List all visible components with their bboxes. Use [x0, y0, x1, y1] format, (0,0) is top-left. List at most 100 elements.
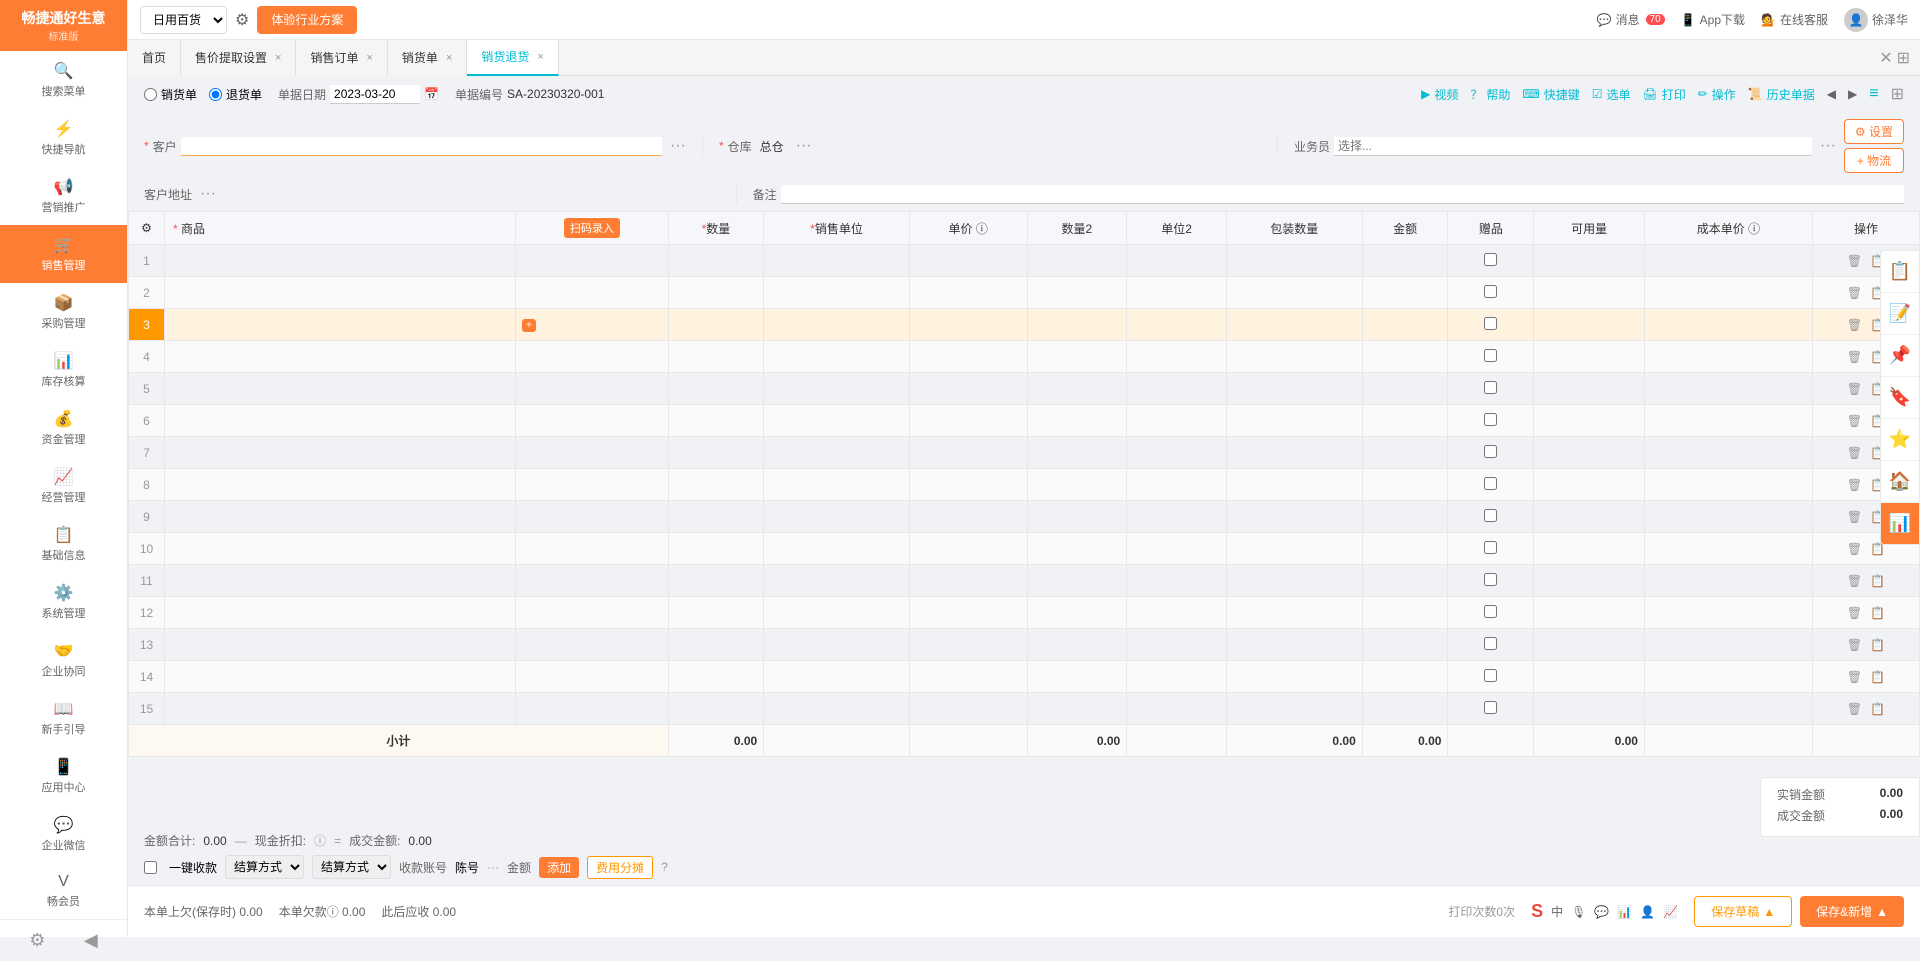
right-toolbar-item-2[interactable]: 📝 — [1881, 293, 1919, 335]
available-cell[interactable] — [1534, 565, 1645, 597]
pack-qty-cell[interactable] — [1226, 501, 1362, 533]
available-cell[interactable] — [1534, 341, 1645, 373]
delete-row-icon[interactable]: 🗑 — [1847, 702, 1862, 716]
customer-input[interactable] — [181, 137, 662, 156]
cost-unit-cell[interactable] — [1644, 373, 1812, 405]
cost-unit-cell[interactable] — [1644, 277, 1812, 309]
gift-checkbox[interactable] — [1484, 669, 1497, 682]
gift-cell[interactable] — [1448, 309, 1534, 341]
product-cell[interactable] — [165, 533, 516, 565]
experience-btn[interactable]: 体验行业方案 — [257, 6, 357, 34]
pack-qty-cell[interactable] — [1226, 597, 1362, 629]
qty-cell[interactable] — [668, 565, 763, 597]
pack-qty-cell[interactable] — [1226, 661, 1362, 693]
delete-row-icon[interactable]: 🗑 — [1847, 286, 1862, 300]
gift-checkbox[interactable] — [1484, 349, 1497, 362]
message-item[interactable]: 💬 消息 70 — [1597, 11, 1665, 28]
unit2-cell[interactable] — [1127, 373, 1227, 405]
sales-unit-cell[interactable] — [764, 533, 910, 565]
salesperson-input[interactable] — [1334, 137, 1812, 156]
gift-cell[interactable] — [1448, 469, 1534, 501]
amount-cell[interactable] — [1362, 693, 1448, 725]
cost-unit-cell[interactable] — [1644, 245, 1812, 277]
gift-checkbox[interactable] — [1484, 445, 1497, 458]
qty2-cell[interactable] — [1027, 341, 1127, 373]
pack-qty-cell[interactable] — [1226, 277, 1362, 309]
delete-row-icon[interactable]: 🗑 — [1847, 542, 1862, 556]
product-cell[interactable] — [165, 245, 516, 277]
gift-cell[interactable] — [1448, 437, 1534, 469]
prev-doc-icon[interactable]: ◀ — [1827, 87, 1836, 101]
user-item[interactable]: 👤 徐泽华 — [1844, 8, 1908, 32]
delete-row-icon[interactable]: 🗑 — [1847, 478, 1862, 492]
gift-cell[interactable] — [1448, 533, 1534, 565]
sales-unit-cell[interactable] — [764, 245, 910, 277]
calendar-icon[interactable]: 📅 — [424, 87, 439, 101]
qty2-cell[interactable] — [1027, 373, 1127, 405]
pack-qty-cell[interactable] — [1226, 629, 1362, 661]
list-view-icon[interactable]: ≡ — [1869, 85, 1878, 103]
available-cell[interactable] — [1534, 309, 1645, 341]
gift-cell[interactable] — [1448, 277, 1534, 309]
product-cell[interactable] — [165, 373, 516, 405]
unit-price-cell[interactable] — [909, 693, 1027, 725]
product-cell[interactable] — [165, 565, 516, 597]
qty2-cell[interactable] — [1027, 501, 1127, 533]
sidebar-item-marketing[interactable]: 📢 营销推广 — [0, 167, 127, 225]
unit-price-cell[interactable] — [909, 501, 1027, 533]
amount-cell[interactable] — [1362, 245, 1448, 277]
pack-qty-cell[interactable] — [1226, 533, 1362, 565]
copy-row-icon[interactable]: 📋 — [1870, 670, 1885, 684]
delete-row-icon[interactable]: 🗑 — [1847, 318, 1862, 332]
amount-cell[interactable] — [1362, 437, 1448, 469]
unit-price-cell[interactable] — [909, 469, 1027, 501]
unit2-cell[interactable] — [1127, 309, 1227, 341]
unit-price-cell[interactable] — [909, 565, 1027, 597]
amount-cell[interactable] — [1362, 309, 1448, 341]
print-action[interactable]: 🖨 打印 — [1642, 86, 1685, 103]
salesperson-picker-icon[interactable]: ··· — [1820, 137, 1836, 155]
help-action[interactable]: ？ 帮助 — [1470, 86, 1510, 103]
copy-row-icon[interactable]: 📋 — [1870, 574, 1885, 588]
available-cell[interactable] — [1534, 373, 1645, 405]
amount-cell[interactable] — [1362, 469, 1448, 501]
product-cell[interactable] — [165, 341, 516, 373]
gift-checkbox[interactable] — [1484, 253, 1497, 266]
qty-cell[interactable] — [668, 501, 763, 533]
one-click-payment-checkbox[interactable] — [144, 861, 157, 874]
amount-cell[interactable] — [1362, 629, 1448, 661]
save-dropdown-icon[interactable]: ▲ — [1876, 905, 1888, 919]
gift-checkbox[interactable] — [1484, 285, 1497, 298]
sidebar-item-purchase[interactable]: 📦 采购管理 — [0, 283, 127, 341]
product-cell[interactable] — [165, 469, 516, 501]
close-tab-icon[interactable]: ✕ — [1879, 48, 1892, 68]
unit2-cell[interactable] — [1127, 245, 1227, 277]
right-toolbar-item-4[interactable]: 🔖 — [1881, 377, 1919, 419]
available-cell[interactable] — [1534, 277, 1645, 309]
customer-picker-icon[interactable]: ··· — [670, 137, 686, 155]
sales-unit-cell[interactable] — [764, 629, 910, 661]
sidebar-item-shortcut[interactable]: ⚡ 快捷导航 — [0, 109, 127, 167]
qty2-cell[interactable] — [1027, 309, 1127, 341]
return-radio-input[interactable] — [209, 88, 222, 101]
gift-checkbox[interactable] — [1484, 381, 1497, 394]
gift-cell[interactable] — [1448, 405, 1534, 437]
available-cell[interactable] — [1534, 693, 1645, 725]
gift-cell[interactable] — [1448, 661, 1534, 693]
pack-qty-cell[interactable] — [1226, 565, 1362, 597]
unit2-cell[interactable] — [1127, 341, 1227, 373]
pack-qty-cell[interactable] — [1226, 341, 1362, 373]
sidebar-item-finance[interactable]: 💰 资金管理 — [0, 399, 127, 457]
pack-qty-cell[interactable] — [1226, 469, 1362, 501]
accounting-method-select[interactable]: 结算方式 — [225, 855, 304, 879]
amount-cell[interactable] — [1362, 277, 1448, 309]
cost-unit-cell[interactable] — [1644, 629, 1812, 661]
online-service-item[interactable]: 💁 在线客服 — [1761, 11, 1828, 28]
pack-qty-cell[interactable] — [1226, 309, 1362, 341]
unit-price-cell[interactable] — [909, 533, 1027, 565]
gift-cell[interactable] — [1448, 501, 1534, 533]
add-row-btn[interactable]: + — [522, 319, 536, 332]
unit-price-cell[interactable] — [909, 661, 1027, 693]
settings-icon[interactable]: ⚙ — [235, 10, 249, 30]
product-cell[interactable] — [165, 629, 516, 661]
